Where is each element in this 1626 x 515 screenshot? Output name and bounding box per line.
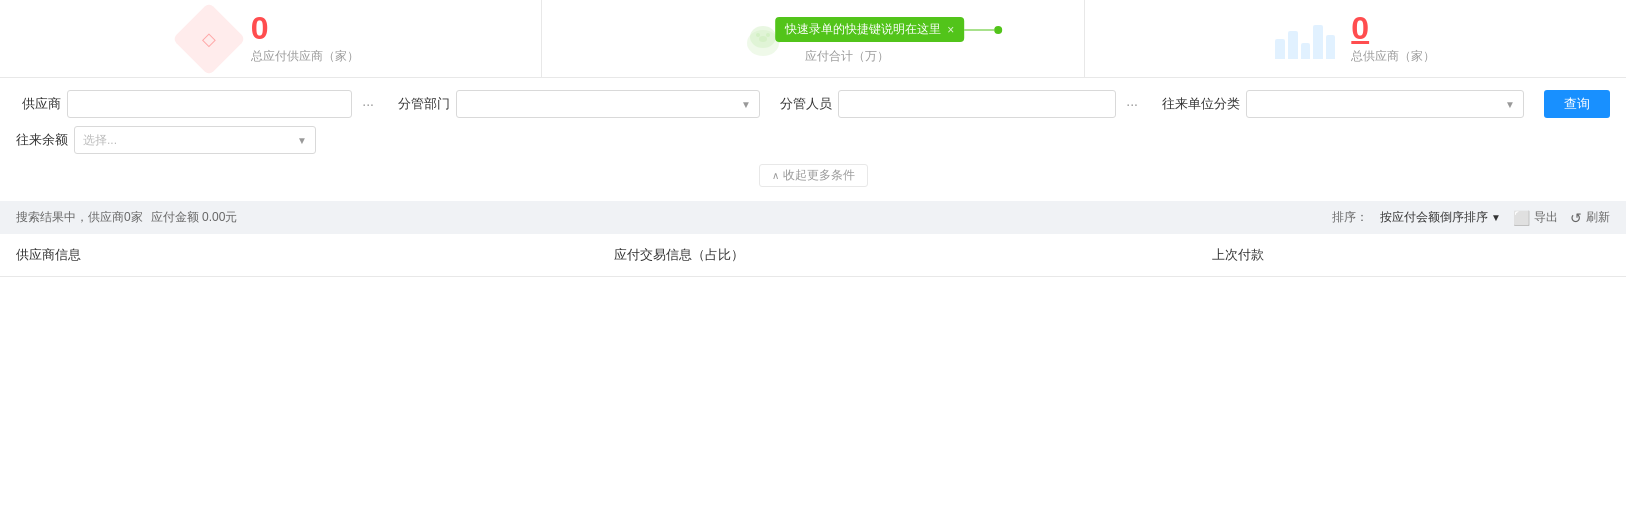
table-body (0, 277, 1626, 515)
top-stats-panel: ◇ 0 总应付供应商（家） (0, 0, 1626, 78)
search-bar: 搜索结果中，供应商0家 应付金额 0.00元 排序： 按应付会额倒序排序 ▼ ⬜… (0, 201, 1626, 234)
manager-dots-btn[interactable]: ··· (1122, 96, 1142, 112)
department-input[interactable]: ▼ (456, 90, 760, 118)
tooltip-dot (994, 26, 1002, 34)
export-icon: ⬜ (1513, 210, 1530, 226)
stat-payable-suppliers: ◇ 0 总应付供应商（家） (0, 0, 542, 77)
balance-placeholder: 选择... (83, 132, 117, 149)
balance-label: 往来余额 (16, 131, 68, 149)
refresh-button[interactable]: ↺ 刷新 (1570, 209, 1610, 226)
payable-total-label: 应付合计（万） (805, 48, 889, 65)
col-last-payment: 上次付款 (1212, 246, 1611, 264)
supplier-input[interactable] (67, 90, 352, 118)
collapse-button[interactable]: ∧ 收起更多条件 (759, 164, 868, 187)
filter-balance-group: 往来余额 选择... ▼ (16, 126, 316, 154)
filter-unit-category-group: 往来单位分类 ▼ (1162, 90, 1524, 118)
tooltip-close-btn[interactable]: × (947, 23, 954, 37)
table-header: 供应商信息 应付交易信息（占比） 上次付款 (0, 234, 1626, 277)
collapse-label: 收起更多条件 (783, 167, 855, 184)
unit-category-input[interactable]: ▼ (1246, 90, 1524, 118)
search-result-info1: 搜索结果中，供应商0家 (16, 209, 143, 226)
search-info: 搜索结果中，供应商0家 应付金额 0.00元 (16, 209, 237, 226)
sort-button[interactable]: 按应付会额倒序排序 ▼ (1380, 209, 1501, 226)
svg-point-3 (766, 33, 770, 37)
sort-current-label: 按应付会额倒序排序 (1380, 209, 1488, 226)
tooltip-text: 快速录单的快捷键说明在这里 (785, 21, 941, 38)
filter-row-1: 供应商 ··· 分管部门 ▼ 分管人员 ··· 往来单位分类 (16, 90, 1610, 118)
balance-chevron-icon: ▼ (297, 135, 307, 146)
manager-input[interactable] (838, 90, 1116, 118)
payable-suppliers-number: 0 (251, 12, 359, 44)
shortcut-tooltip: 快速录单的快捷键说明在这里 × (775, 17, 964, 42)
department-label: 分管部门 (398, 95, 450, 113)
col-payable-transaction: 应付交易信息（占比） (614, 246, 1212, 264)
filter-supplier-group: 供应商 ··· (16, 90, 378, 118)
filter-department-group: 分管部门 ▼ (398, 90, 760, 118)
department-chevron-icon: ▼ (741, 99, 751, 110)
table-container: 供应商信息 应付交易信息（占比） 上次付款 (0, 234, 1626, 515)
col-supplier-info: 供应商信息 (16, 246, 614, 264)
manager-label: 分管人员 (780, 95, 832, 113)
total-suppliers-label: 总供应商（家） (1351, 48, 1435, 65)
payable-suppliers-label: 总应付供应商（家） (251, 48, 359, 65)
stat-total-suppliers: 0 总供应商（家） (1085, 0, 1626, 77)
sort-label: 排序： (1332, 209, 1368, 226)
diamond-icon: ◇ (183, 13, 235, 65)
filter-section: 供应商 ··· 分管部门 ▼ 分管人员 ··· 往来单位分类 (0, 78, 1626, 201)
export-button[interactable]: ⬜ 导出 (1513, 209, 1558, 226)
unit-category-label: 往来单位分类 (1162, 95, 1240, 113)
total-suppliers-number: 0 (1351, 12, 1435, 44)
filter-row-2: 往来余额 选择... ▼ (16, 126, 1610, 154)
svg-point-4 (759, 36, 767, 42)
stat-payable-total: 0.00 应付合计（万） 快速录单的快捷键说明在这里 × (542, 0, 1084, 77)
collapse-bar: ∧ 收起更多条件 (16, 158, 1610, 197)
filter-manager-group: 分管人员 ··· (780, 90, 1142, 118)
sort-chevron-icon: ▼ (1491, 212, 1501, 223)
chevron-up-icon: ∧ (772, 170, 779, 181)
export-label: 导出 (1534, 209, 1558, 226)
chart-icon (1275, 19, 1335, 59)
supplier-label: 供应商 (16, 95, 61, 113)
search-result-info2: 应付金额 0.00元 (151, 209, 238, 226)
search-actions: 排序： 按应付会额倒序排序 ▼ ⬜ 导出 ↺ 刷新 (1332, 209, 1610, 226)
refresh-icon: ↺ (1570, 210, 1582, 226)
svg-point-2 (756, 33, 760, 37)
refresh-label: 刷新 (1586, 209, 1610, 226)
supplier-dots-btn[interactable]: ··· (358, 96, 378, 112)
query-button[interactable]: 查询 (1544, 90, 1610, 118)
unit-category-chevron-icon: ▼ (1505, 99, 1515, 110)
balance-input[interactable]: 选择... ▼ (74, 126, 316, 154)
